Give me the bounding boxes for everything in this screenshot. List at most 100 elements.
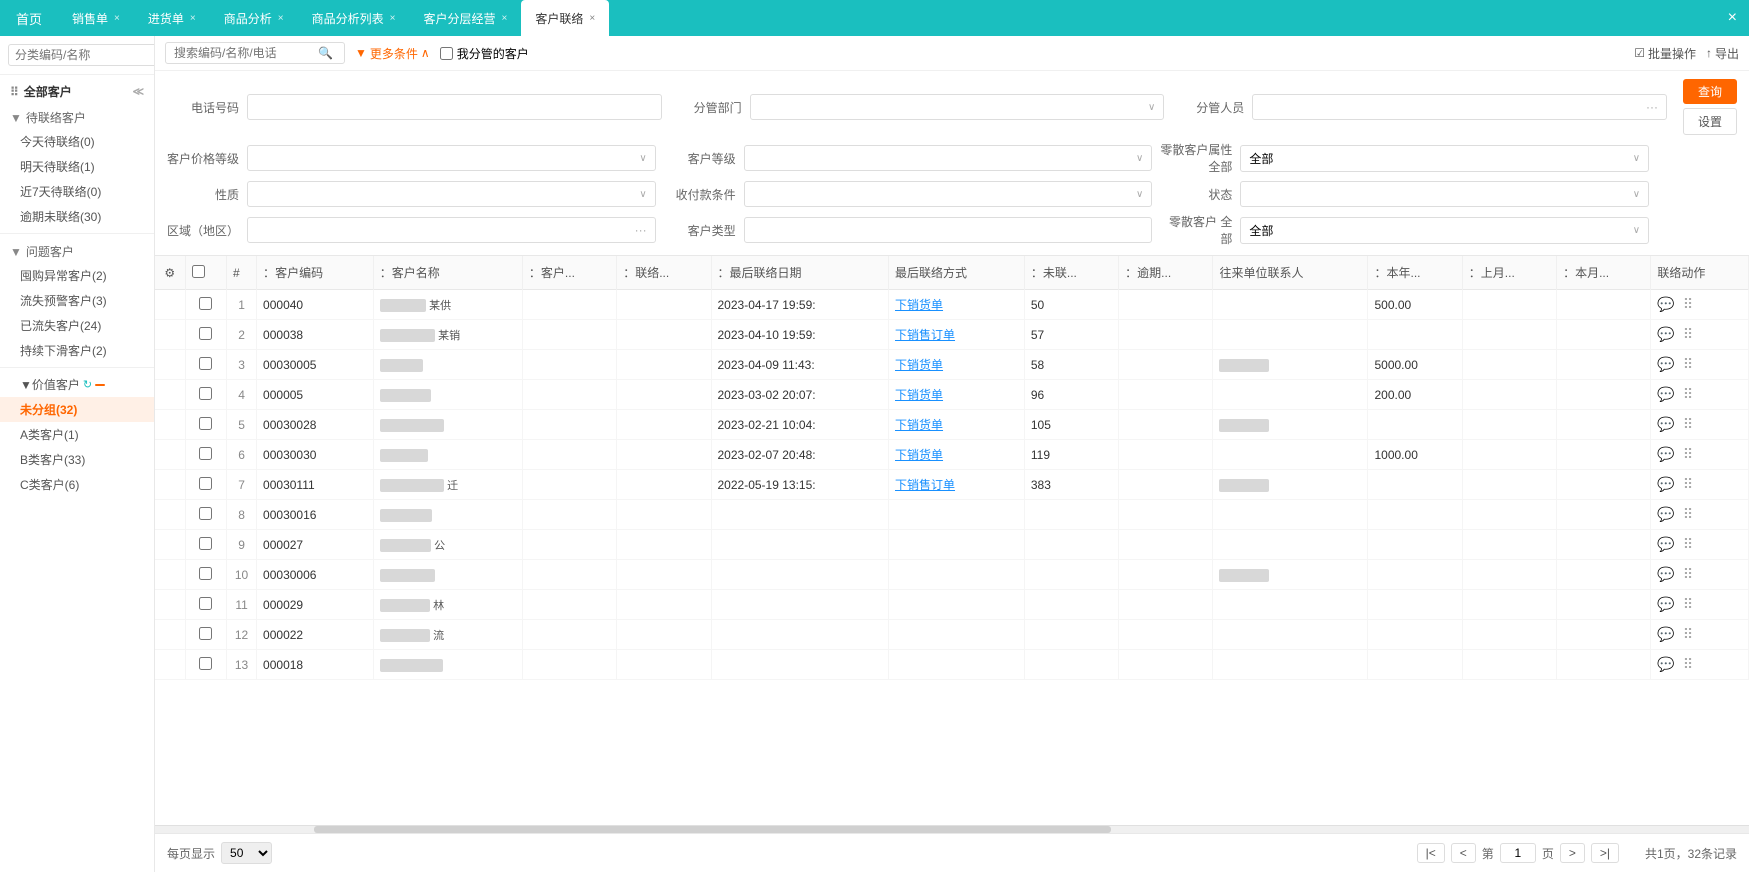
close-customer-contact-icon[interactable]: × xyxy=(589,13,595,24)
row-checkbox-7[interactable] xyxy=(185,500,227,530)
row-last-method-2[interactable]: 下销货单 xyxy=(889,350,1025,380)
row-checkbox-3[interactable] xyxy=(185,380,227,410)
grid-action-icon-2[interactable]: ⠿ xyxy=(1683,356,1693,373)
sidebar-item-today-pending[interactable]: 今天待联络(0) xyxy=(0,129,154,154)
row-checkbox-0[interactable] xyxy=(185,290,227,320)
last-method-link-4[interactable]: 下销货单 xyxy=(895,418,943,432)
first-page-btn[interactable]: |< xyxy=(1417,843,1445,863)
chat-icon-1[interactable]: 💬 xyxy=(1657,326,1674,343)
col-code-header[interactable]: ：客户编码 xyxy=(257,256,374,290)
export-button[interactable]: ↑ 导出 xyxy=(1706,45,1739,62)
nature-select[interactable]: ∨ xyxy=(247,181,656,207)
col-type-header[interactable]: ：客户... xyxy=(522,256,616,290)
row-last-method-4[interactable]: 下销货单 xyxy=(889,410,1025,440)
filter-search-icon[interactable]: 🔍 xyxy=(318,46,333,60)
query-button[interactable]: 查询 xyxy=(1683,79,1737,104)
last-method-link-3[interactable]: 下销货单 xyxy=(895,388,943,402)
sidebar-search-input[interactable] xyxy=(8,44,155,66)
per-page-select[interactable]: 50 100 200 xyxy=(221,842,272,864)
page-input[interactable] xyxy=(1500,843,1536,863)
grid-action-icon-10[interactable]: ⠿ xyxy=(1683,596,1693,613)
last-method-link-1[interactable]: 下销售订单 xyxy=(895,328,955,342)
scrollbar-thumb[interactable] xyxy=(314,826,1111,833)
status-select[interactable]: ∨ xyxy=(1240,181,1649,207)
row-checkbox-10[interactable] xyxy=(185,590,227,620)
grid-action-icon-7[interactable]: ⠿ xyxy=(1683,506,1693,523)
sidebar-item-overdue-pending[interactable]: 逾期未联络(30) xyxy=(0,204,154,229)
sidebar-item-class-c[interactable]: C类客户(6) xyxy=(0,472,154,497)
sidebar-item-class-a[interactable]: A类客户(1) xyxy=(0,422,154,447)
tab-sales-order[interactable]: 销售单 × xyxy=(58,0,134,36)
customer-level-select[interactable]: ∨ xyxy=(744,145,1153,171)
chat-icon-7[interactable]: 💬 xyxy=(1657,506,1674,523)
col-this-year-header[interactable]: ：本年... xyxy=(1368,256,1462,290)
my-customers-checkbox[interactable]: 我分管的客户 xyxy=(440,45,529,62)
sidebar-item-hoard-abnormal[interactable]: 囤购异常客户(2) xyxy=(0,263,154,288)
sidebar-item-week-pending[interactable]: 近7天待联络(0) xyxy=(0,179,154,204)
row-checkbox-4[interactable] xyxy=(185,410,227,440)
close-product-analysis-icon[interactable]: × xyxy=(278,13,284,24)
all-customers-section[interactable]: ⠿ 全部客户 ≪ xyxy=(0,75,154,104)
tab-customer-tiering[interactable]: 客户分层经营 × xyxy=(409,0,521,36)
grid-action-icon-3[interactable]: ⠿ xyxy=(1683,386,1693,403)
grid-action-icon-12[interactable]: ⠿ xyxy=(1683,656,1693,673)
grid-action-icon-1[interactable]: ⠿ xyxy=(1683,326,1693,343)
person-select[interactable]: ··· xyxy=(1252,94,1667,120)
col-no-contact-header[interactable]: ：未联... xyxy=(1024,256,1118,290)
chat-icon-5[interactable]: 💬 xyxy=(1657,446,1674,463)
price-level-select[interactable]: ∨ xyxy=(247,145,656,171)
sidebar-item-tomorrow-pending[interactable]: 明天待联络(1) xyxy=(0,154,154,179)
select-all-checkbox[interactable] xyxy=(192,265,205,278)
col-checkbox-header[interactable] xyxy=(185,256,227,290)
chat-icon-2[interactable]: 💬 xyxy=(1657,356,1674,373)
grid-action-icon-11[interactable]: ⠿ xyxy=(1683,626,1693,643)
value-group-title[interactable]: ▼ 价值客户 ↻ xyxy=(0,372,154,397)
sidebar-item-declining[interactable]: 持续下滑客户(2) xyxy=(0,338,154,363)
tab-product-analysis[interactable]: 商品分析 × xyxy=(210,0,298,36)
row-checkbox-11[interactable] xyxy=(185,620,227,650)
grid-action-icon-4[interactable]: ⠿ xyxy=(1683,416,1693,433)
chat-icon-10[interactable]: 💬 xyxy=(1657,596,1674,613)
payment-select[interactable]: ∨ xyxy=(744,181,1153,207)
more-conditions-btn[interactable]: ▼ 更多条件 ∧ xyxy=(355,45,430,62)
close-purchase-order-icon[interactable]: × xyxy=(190,13,196,24)
chat-icon-12[interactable]: 💬 xyxy=(1657,656,1674,673)
row-last-method-3[interactable]: 下销货单 xyxy=(889,380,1025,410)
batch-op-button[interactable]: ☑ 批量操作 xyxy=(1634,45,1696,62)
row-last-method-5[interactable]: 下销货单 xyxy=(889,440,1025,470)
col-name-header[interactable]: ：客户名称 xyxy=(373,256,522,290)
tab-purchase-order[interactable]: 进货单 × xyxy=(134,0,210,36)
grid-action-icon-6[interactable]: ⠿ xyxy=(1683,476,1693,493)
chat-icon-6[interactable]: 💬 xyxy=(1657,476,1674,493)
tab-product-analysis-list[interactable]: 商品分析列表 × xyxy=(298,0,410,36)
close-customer-tiering-icon[interactable]: × xyxy=(501,13,507,24)
row-checkbox-5[interactable] xyxy=(185,440,227,470)
chat-icon-0[interactable]: 💬 xyxy=(1657,296,1674,313)
col-contact-header[interactable]: ：联络... xyxy=(617,256,711,290)
col-last-date-header[interactable]: ：最后联络日期 xyxy=(711,256,889,290)
close-product-analysis-list-icon[interactable]: × xyxy=(390,13,396,24)
chat-icon-9[interactable]: 💬 xyxy=(1657,566,1674,583)
col-overdue-header[interactable]: ：逾期... xyxy=(1119,256,1213,290)
scrollbar-indicator[interactable] xyxy=(155,825,1749,833)
row-last-method-6[interactable]: 下销售订单 xyxy=(889,470,1025,500)
row-checkbox-12[interactable] xyxy=(185,650,227,680)
row-checkbox-8[interactable] xyxy=(185,530,227,560)
chat-icon-4[interactable]: 💬 xyxy=(1657,416,1674,433)
grid-action-icon-9[interactable]: ⠿ xyxy=(1683,566,1693,583)
col-last-month-header[interactable]: ：上月... xyxy=(1462,256,1556,290)
sidebar-item-unclassified[interactable]: 未分组(32) xyxy=(0,397,154,422)
sparse-attr-select[interactable]: 全部 ∨ xyxy=(1240,145,1649,172)
row-checkbox-1[interactable] xyxy=(185,320,227,350)
row-checkbox-2[interactable] xyxy=(185,350,227,380)
my-customers-check[interactable] xyxy=(440,47,453,60)
chat-icon-3[interactable]: 💬 xyxy=(1657,386,1674,403)
row-last-method-0[interactable]: 下销货单 xyxy=(889,290,1025,320)
close-window-icon[interactable]: × xyxy=(1728,9,1737,26)
last-method-link-6[interactable]: 下销售订单 xyxy=(895,478,955,492)
row-checkbox-9[interactable] xyxy=(185,560,227,590)
col-this-month-header[interactable]: ：本月... xyxy=(1557,256,1651,290)
customer-type-input[interactable] xyxy=(744,217,1153,243)
chat-icon-8[interactable]: 💬 xyxy=(1657,536,1674,553)
collapse-all-icon[interactable]: ≪ xyxy=(132,85,144,98)
